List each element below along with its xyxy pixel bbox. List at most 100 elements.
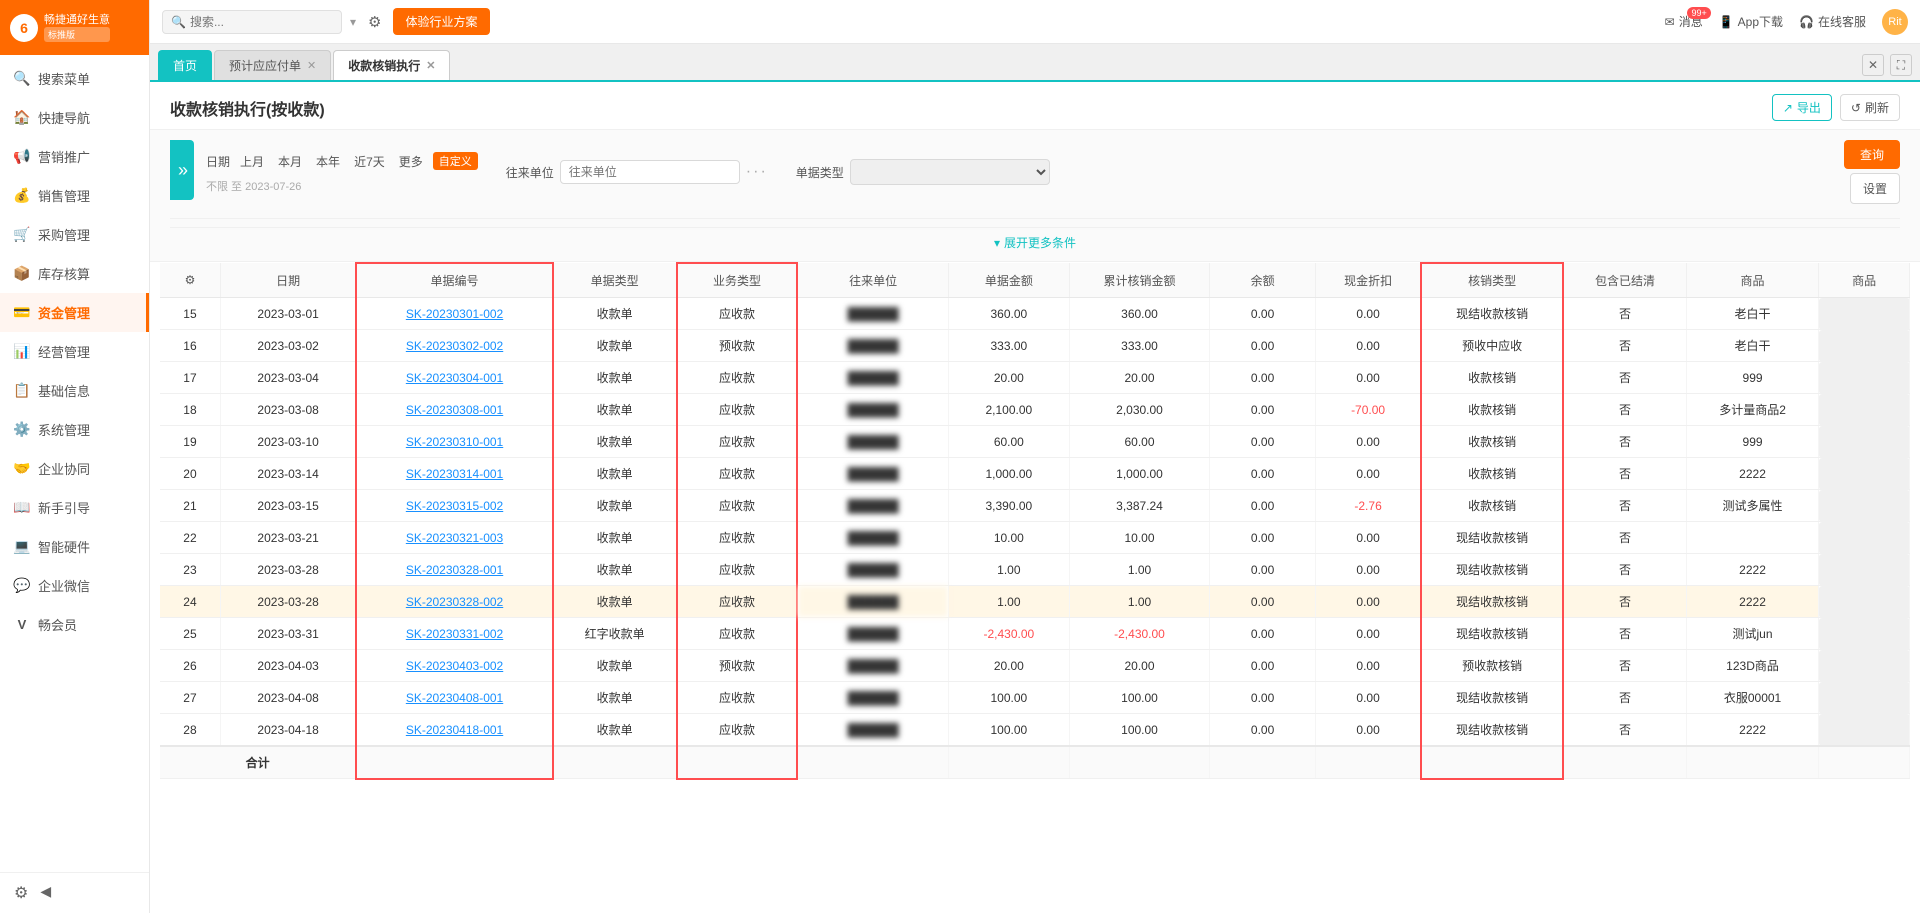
cell-goods: 2222 xyxy=(1686,714,1818,747)
sidebar-item-marketing[interactable]: 📢 营销推广 xyxy=(0,137,149,176)
singleno-link[interactable]: SK-20230302-002 xyxy=(406,339,503,353)
singleno-link[interactable]: SK-20230308-001 xyxy=(406,403,503,417)
sidebar-item-inventory[interactable]: 📦 库存核算 xyxy=(0,254,149,293)
sidebar-item-purchase[interactable]: 🛒 采购管理 xyxy=(0,215,149,254)
singleno-link[interactable]: SK-20230331-002 xyxy=(406,627,503,641)
guide-icon: 📖 xyxy=(14,500,30,516)
tab-expand-btn[interactable]: ⛶ xyxy=(1890,54,1912,76)
tab-payable[interactable]: 预计应应付单 ✕ xyxy=(214,50,331,80)
th-balance[interactable]: 余额 xyxy=(1210,263,1316,298)
cell-singleno[interactable]: SK-20230408-001 xyxy=(356,682,552,714)
cell-singleno[interactable]: SK-20230310-001 xyxy=(356,426,552,458)
cell-date: 2023-03-21 xyxy=(220,522,356,554)
gear-icon-topbar[interactable]: ⚙ xyxy=(368,13,381,31)
cell-singleno[interactable]: SK-20230418-001 xyxy=(356,714,552,747)
cell-singleno[interactable]: SK-20230304-001 xyxy=(356,362,552,394)
sidebar-item-finance[interactable]: 💳 资金管理 xyxy=(0,293,149,332)
th-biztype[interactable]: 业务类型 xyxy=(677,263,798,298)
cell-singleno[interactable]: SK-20230328-002 xyxy=(356,586,552,618)
cell-singleno[interactable]: SK-20230301-002 xyxy=(356,298,552,330)
sidebar-item-member[interactable]: V 畅会员 xyxy=(0,605,149,644)
sidebar-item-quicknav[interactable]: 🏠 快捷导航 xyxy=(0,98,149,137)
th-singletype[interactable]: 单据类型 xyxy=(553,263,677,298)
tab-home[interactable]: 首页 xyxy=(158,50,212,80)
sidebar-item-corp[interactable]: 🤝 企业协同 xyxy=(0,449,149,488)
dropdown-arrow-icon[interactable]: ▾ xyxy=(350,15,356,29)
tab-collect-exec[interactable]: 收款核销执行 ✕ xyxy=(333,50,450,80)
cell-rownum: 23 xyxy=(160,554,220,586)
cell-biztype: 应收款 xyxy=(677,714,798,747)
sidebar-item-hardware[interactable]: 💻 智能硬件 xyxy=(0,527,149,566)
th-amount[interactable]: 单据金额 xyxy=(948,263,1069,298)
th-verifytype[interactable]: 核销类型 xyxy=(1421,263,1563,298)
filter-toggle-button[interactable]: » xyxy=(170,140,194,200)
filter-expand-btn[interactable]: ▾ 展开更多条件 xyxy=(170,227,1900,251)
online-service-button[interactable]: 🎧 在线客服 xyxy=(1799,13,1866,30)
user-avatar[interactable]: Rit xyxy=(1882,9,1908,35)
singleno-link[interactable]: SK-20230328-002 xyxy=(406,595,503,609)
cell-singleno[interactable]: SK-20230331-002 xyxy=(356,618,552,650)
singleno-link[interactable]: SK-20230418-001 xyxy=(406,723,503,737)
cell-singleno[interactable]: SK-20230315-002 xyxy=(356,490,552,522)
th-goods[interactable]: 商品 xyxy=(1686,263,1818,298)
table-row: 202023-03-14SK-20230314-001收款单应收款██████1… xyxy=(160,458,1910,490)
singleno-link[interactable]: SK-20230301-002 xyxy=(406,307,503,321)
tab-collect-exec-close-icon[interactable]: ✕ xyxy=(426,59,435,72)
th-singleno[interactable]: 单据编号 xyxy=(356,263,552,298)
singleno-link[interactable]: SK-20230403-002 xyxy=(406,659,503,673)
sidebar-item-operations[interactable]: 📊 经营管理 xyxy=(0,332,149,371)
filter-date-7days[interactable]: 近7天 xyxy=(350,151,389,172)
voucher-type-filter-select[interactable] xyxy=(850,159,1050,185)
singleno-link[interactable]: SK-20230304-001 xyxy=(406,371,503,385)
cell-amount: 20.00 xyxy=(948,362,1069,394)
th-goods2[interactable]: 商品 xyxy=(1819,263,1910,298)
th-cumverify[interactable]: 累计核销金额 xyxy=(1069,263,1209,298)
cell-singleno[interactable]: SK-20230302-002 xyxy=(356,330,552,362)
cell-singleno[interactable]: SK-20230314-001 xyxy=(356,458,552,490)
cell-includesettle: 否 xyxy=(1563,490,1686,522)
sidebar-item-sales[interactable]: 💰 销售管理 xyxy=(0,176,149,215)
th-cashdiscount[interactable]: 现金折扣 xyxy=(1315,263,1421,298)
query-button[interactable]: 查询 xyxy=(1844,140,1900,169)
cell-rownum: 26 xyxy=(160,650,220,682)
search-input[interactable] xyxy=(190,15,310,29)
sidebar-item-wechat[interactable]: 💬 企业微信 xyxy=(0,566,149,605)
singleno-link[interactable]: SK-20230314-001 xyxy=(406,467,503,481)
th-includesettle[interactable]: 包含已结清 xyxy=(1563,263,1686,298)
message-button[interactable]: ✉ 消息 99+ xyxy=(1665,13,1703,30)
partner-filter-input[interactable] xyxy=(560,160,740,184)
cell-singleno[interactable]: SK-20230328-001 xyxy=(356,554,552,586)
industry-solution-button[interactable]: 体验行业方案 xyxy=(393,8,489,35)
export-button[interactable]: ↗ 导出 xyxy=(1772,94,1832,121)
singleno-link[interactable]: SK-20230310-001 xyxy=(406,435,503,449)
singleno-link[interactable]: SK-20230321-003 xyxy=(406,531,503,545)
sidebar-item-system[interactable]: ⚙️ 系统管理 xyxy=(0,410,149,449)
settings-footer-icon[interactable]: ⚙ xyxy=(14,883,28,903)
singleno-link[interactable]: SK-20230315-002 xyxy=(406,499,503,513)
filter-date-curr-year[interactable]: 本年 xyxy=(312,151,344,172)
app-download-button[interactable]: 📱 App下载 xyxy=(1719,13,1783,30)
settings-button[interactable]: 设置 xyxy=(1850,173,1900,204)
singleno-link[interactable]: SK-20230408-001 xyxy=(406,691,503,705)
tab-payable-close-icon[interactable]: ✕ xyxy=(307,59,316,72)
singleno-link[interactable]: SK-20230328-001 xyxy=(406,563,503,577)
sidebar-item-label: 销售管理 xyxy=(38,186,90,205)
topbar-search-box[interactable]: 🔍 xyxy=(162,10,342,34)
filter-date-prev-month[interactable]: 上月 xyxy=(236,151,268,172)
collapse-icon[interactable]: ◀ xyxy=(40,883,51,903)
sidebar-item-guide[interactable]: 📖 新手引导 xyxy=(0,488,149,527)
cell-singleno[interactable]: SK-20230321-003 xyxy=(356,522,552,554)
sidebar-item-search[interactable]: 🔍 搜索菜单 xyxy=(0,59,149,98)
refresh-button[interactable]: ↺ 刷新 xyxy=(1840,94,1900,121)
cell-singleno[interactable]: SK-20230308-001 xyxy=(356,394,552,426)
tab-close-btn[interactable]: ✕ xyxy=(1862,54,1884,76)
filter-date-custom-btn[interactable]: 自定义 xyxy=(433,152,478,170)
filter-date-curr-month[interactable]: 本月 xyxy=(274,151,306,172)
cell-includesettle: 否 xyxy=(1563,618,1686,650)
th-date[interactable]: 日期 xyxy=(220,263,356,298)
sidebar-item-basicinfo[interactable]: 📋 基础信息 xyxy=(0,371,149,410)
cell-singleno[interactable]: SK-20230403-002 xyxy=(356,650,552,682)
th-partner[interactable]: 往来单位 xyxy=(797,263,948,298)
filter-date-more[interactable]: 更多 xyxy=(395,151,427,172)
cell-includesettle: 否 xyxy=(1563,362,1686,394)
